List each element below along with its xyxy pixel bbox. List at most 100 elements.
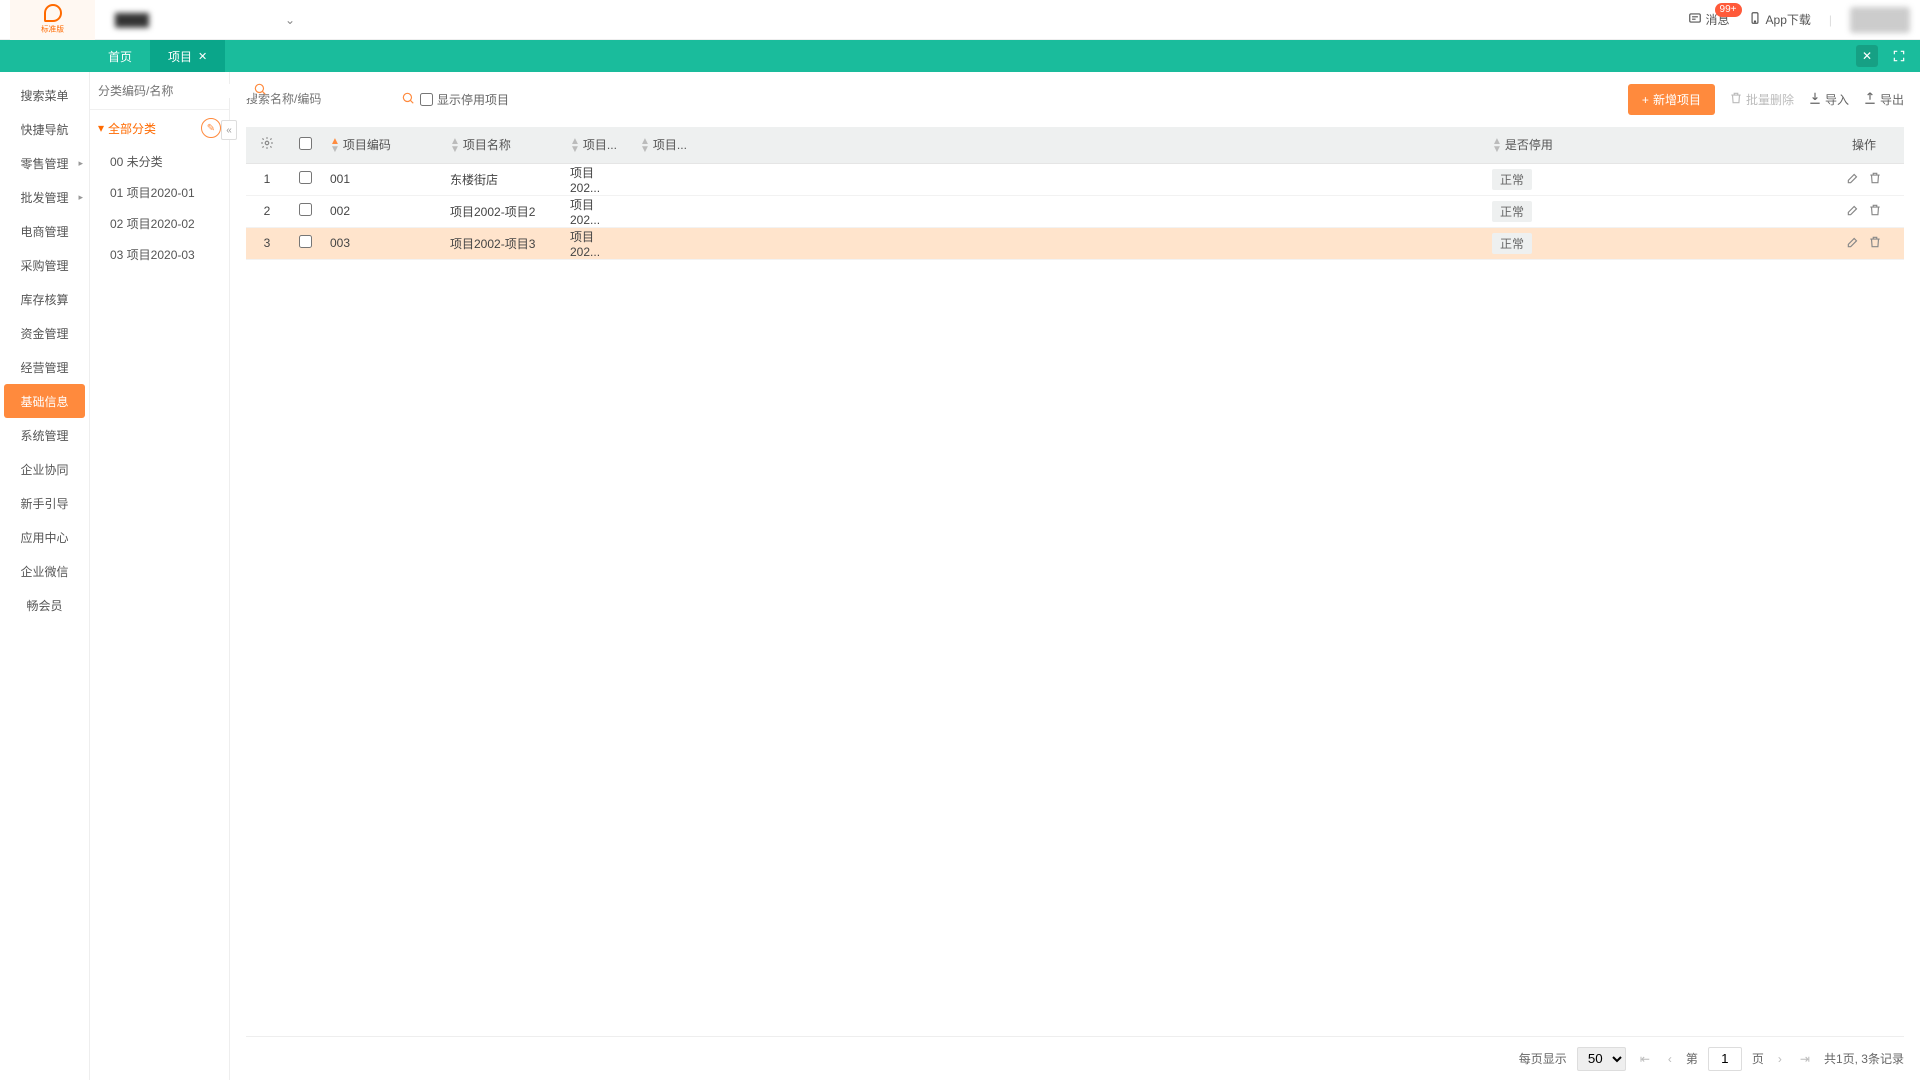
sidebar-item-0[interactable]: 搜索菜单: [0, 78, 89, 112]
sidebar-item-12[interactable]: 新手引导: [0, 486, 89, 520]
per-page-label: 每页显示: [1519, 1050, 1567, 1067]
trash-icon: [1729, 91, 1743, 108]
show-disabled-checkbox[interactable]: 显示停用项目: [420, 91, 509, 108]
category-search: [90, 72, 229, 110]
logo-edition: 标准版: [41, 23, 64, 34]
col-ops: 操作: [1824, 127, 1904, 163]
cell-name: 项目2002-项目2: [442, 195, 562, 227]
batch-delete-button[interactable]: 批量删除: [1729, 91, 1794, 108]
chevron-right-icon: ▸: [78, 192, 83, 203]
import-button[interactable]: 导入: [1808, 91, 1849, 108]
category-panel: ▾ 全部分类 ✎ 00 未分类01 项目2020-0102 项目2020-020…: [90, 72, 230, 1080]
add-project-button[interactable]: + 新增项目: [1628, 84, 1715, 115]
search-icon[interactable]: [253, 82, 267, 99]
edit-icon[interactable]: [1846, 206, 1860, 220]
chevron-down-icon[interactable]: ⌄: [285, 13, 295, 27]
sidebar-item-4[interactable]: 电商管理: [0, 214, 89, 248]
fullscreen-button[interactable]: [1888, 45, 1910, 67]
tab-bar: 首页 项目 ✕ ✕: [0, 40, 1920, 72]
close-tab-button[interactable]: ✕: [1856, 45, 1878, 67]
cell-code: 003: [322, 227, 442, 259]
org-selector[interactable]: ████: [105, 6, 285, 34]
edit-icon[interactable]: [1846, 238, 1860, 252]
app-download-link[interactable]: App下载: [1748, 11, 1811, 28]
last-page-button[interactable]: ⇥: [1796, 1052, 1814, 1066]
page-input[interactable]: [1708, 1047, 1742, 1071]
sidebar-item-1[interactable]: 快捷导航: [0, 112, 89, 146]
per-page-select[interactable]: 50: [1577, 1047, 1626, 1071]
tab-home-label: 首页: [108, 48, 132, 65]
messages-badge: 99+: [1715, 3, 1742, 17]
export-button[interactable]: 导出: [1863, 91, 1904, 108]
logo[interactable]: 标准版: [10, 0, 95, 40]
category-root[interactable]: ▾ 全部分类 ✎: [90, 110, 229, 146]
table-row[interactable]: 2002项目2002-项目2项目202...正常: [246, 195, 1904, 227]
cell-status: 正常: [1484, 163, 1824, 195]
chevron-right-icon: ▸: [78, 158, 83, 169]
sidebar-item-8[interactable]: 经营管理: [0, 350, 89, 384]
sidebar-item-11[interactable]: 企业协同: [0, 452, 89, 486]
prev-page-button[interactable]: ‹: [1664, 1052, 1676, 1066]
status-badge: 正常: [1492, 201, 1532, 222]
batch-delete-label: 批量删除: [1746, 91, 1794, 108]
delete-icon[interactable]: [1868, 238, 1882, 252]
top-header: 标准版 ████ ⌄ 消息 99+ App下载 |: [0, 0, 1920, 40]
category-item-1[interactable]: 01 项目2020-01: [90, 177, 229, 208]
sidebar-item-15[interactable]: 畅会员: [0, 588, 89, 622]
search-input[interactable]: [246, 92, 401, 106]
col-name[interactable]: ▲▼项目名称: [442, 127, 562, 163]
edit-category-button[interactable]: ✎: [201, 118, 221, 138]
tab-project[interactable]: 项目 ✕: [150, 40, 225, 72]
tab-home[interactable]: 首页: [90, 40, 150, 72]
show-disabled-input[interactable]: [420, 93, 433, 106]
next-page-button[interactable]: ›: [1774, 1052, 1786, 1066]
status-badge: 正常: [1492, 233, 1532, 254]
user-avatar[interactable]: [1850, 7, 1910, 33]
cell-cat1: 项目202...: [562, 195, 632, 227]
cell-cat1: 项目202...: [562, 163, 632, 195]
category-search-input[interactable]: [98, 84, 253, 98]
delete-icon[interactable]: [1868, 174, 1882, 188]
category-item-2[interactable]: 02 项目2020-02: [90, 208, 229, 239]
first-page-button[interactable]: ⇤: [1636, 1052, 1654, 1066]
sidebar-item-13[interactable]: 应用中心: [0, 520, 89, 554]
col-disabled[interactable]: ▲▼是否停用: [1484, 127, 1824, 163]
main-content: 显示停用项目 + 新增项目 批量删除 导入: [230, 72, 1920, 1080]
category-item-0[interactable]: 00 未分类: [90, 146, 229, 177]
table-settings-header[interactable]: [246, 127, 288, 163]
select-all-checkbox[interactable]: [299, 137, 312, 150]
sidebar-item-6[interactable]: 库存核算: [0, 282, 89, 316]
row-checkbox[interactable]: [299, 171, 312, 184]
col-cat2[interactable]: ▲▼项目...: [632, 127, 1484, 163]
sidebar-item-5[interactable]: 采购管理: [0, 248, 89, 282]
export-icon: [1863, 91, 1877, 108]
sidebar-item-3[interactable]: 批发管理▸: [0, 180, 89, 214]
collapse-panel-button[interactable]: «: [221, 120, 237, 140]
project-table: ▲▼项目编码 ▲▼项目名称 ▲▼项目... ▲▼项目... ▲▼是否停用 操作 …: [246, 127, 1904, 260]
col-cat1[interactable]: ▲▼项目...: [562, 127, 632, 163]
sidebar-item-14[interactable]: 企业微信: [0, 554, 89, 588]
cell-cat2: [632, 163, 1484, 195]
sidebar-item-2[interactable]: 零售管理▸: [0, 146, 89, 180]
row-checkbox[interactable]: [299, 235, 312, 248]
sidebar-item-10[interactable]: 系统管理: [0, 418, 89, 452]
delete-icon[interactable]: [1868, 206, 1882, 220]
category-item-3[interactable]: 03 项目2020-03: [90, 239, 229, 270]
edit-icon[interactable]: [1846, 174, 1860, 188]
page-prefix: 第: [1686, 1050, 1698, 1067]
messages-link[interactable]: 消息 99+: [1688, 11, 1730, 28]
close-icon[interactable]: ✕: [198, 50, 207, 63]
search-icon[interactable]: [401, 91, 415, 108]
cell-status: 正常: [1484, 227, 1824, 259]
col-code[interactable]: ▲▼项目编码: [322, 127, 442, 163]
logo-icon: [44, 4, 62, 22]
sidebar-item-7[interactable]: 资金管理: [0, 316, 89, 350]
table-row[interactable]: 1001东楼街店项目202...正常: [246, 163, 1904, 195]
pagination: 每页显示 50 ⇤ ‹ 第 页 › ⇥ 共1页, 3条记录: [246, 1036, 1904, 1080]
cell-status: 正常: [1484, 195, 1824, 227]
row-checkbox[interactable]: [299, 203, 312, 216]
sidebar-item-9[interactable]: 基础信息: [4, 384, 85, 418]
tab-project-label: 项目: [168, 48, 192, 65]
sidebar: 搜索菜单快捷导航零售管理▸批发管理▸电商管理采购管理库存核算资金管理经营管理基础…: [0, 72, 90, 1080]
table-row[interactable]: 3003项目2002-项目3项目202...正常: [246, 227, 1904, 259]
